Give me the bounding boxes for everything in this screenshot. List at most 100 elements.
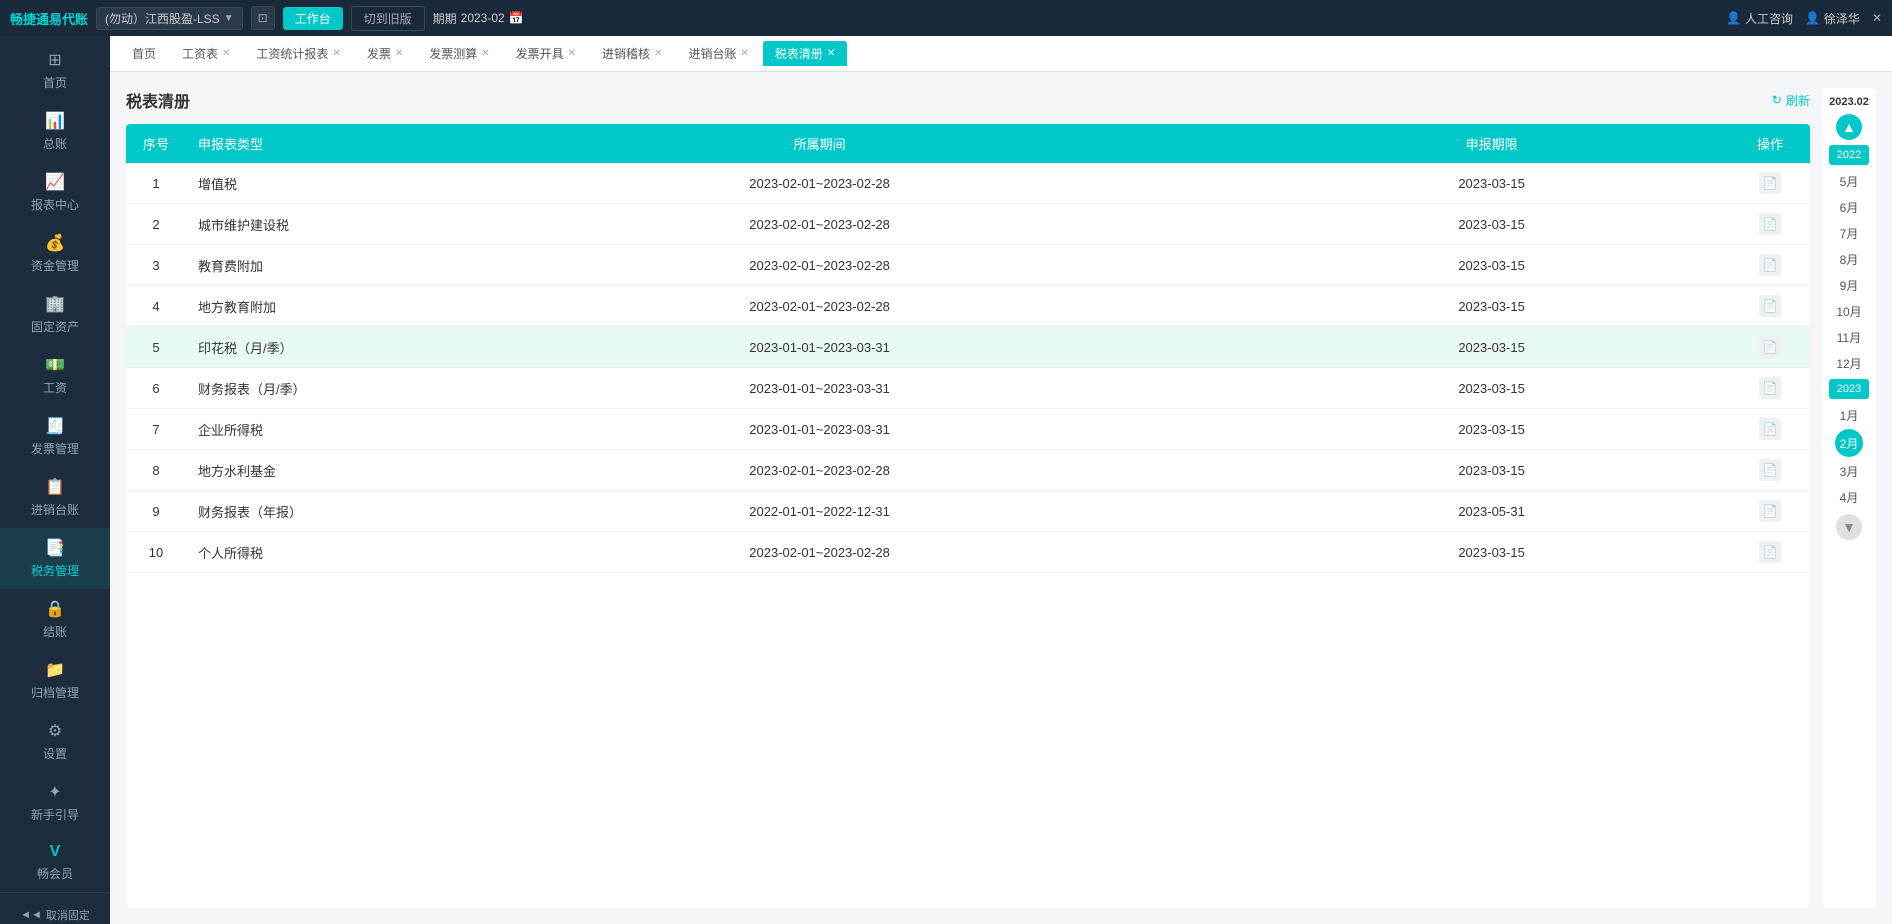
timeline-month-2022-8[interactable]: 8月 xyxy=(1827,246,1871,272)
company-selector[interactable]: (勿动）江西股盈-LSS ▼ xyxy=(96,7,243,30)
table-row: 10 个人所得税 2023-02-01~2023-02-28 2023-03-1… xyxy=(126,532,1810,573)
switch-old-button[interactable]: 切到旧版 xyxy=(351,6,425,31)
timeline-month-2022-12[interactable]: 12月 xyxy=(1827,350,1871,376)
action-view-icon[interactable]: 📄 xyxy=(1759,541,1781,563)
sidebar-item-general-ledger[interactable]: 📊 总账 xyxy=(0,101,110,162)
close-window-icon[interactable]: ✕ xyxy=(1872,11,1882,25)
cell-action: 📄 xyxy=(1730,163,1810,204)
action-view-icon[interactable]: 📄 xyxy=(1759,254,1781,276)
timeline-up-button[interactable]: ▲ xyxy=(1836,114,1862,140)
timeline-month-2023-1[interactable]: 1月 xyxy=(1827,402,1871,428)
timeline-month-2022-11[interactable]: 11月 xyxy=(1827,324,1871,350)
tab-salary-table[interactable]: 工资表 ✕ xyxy=(170,41,242,66)
tab-close-invoice-calc[interactable]: ✕ xyxy=(481,48,489,59)
user-menu[interactable]: 👤 徐泽华 xyxy=(1805,10,1860,27)
cell-period: 2023-02-01~2023-02-28 xyxy=(386,450,1253,491)
sidebar-label-archive: 归档管理 xyxy=(31,684,79,701)
sidebar-item-closing[interactable]: 🔒 结账 xyxy=(0,589,110,650)
guide-icon: ✦ xyxy=(48,782,61,802)
tab-close-salary-stats[interactable]: ✕ xyxy=(332,48,340,59)
tab-purchase-audit[interactable]: 进销稽核 ✕ xyxy=(590,41,674,66)
table-row: 4 地方教育附加 2023-02-01~2023-02-28 2023-03-1… xyxy=(126,286,1810,327)
cell-deadline: 2023-03-15 xyxy=(1253,204,1730,245)
cell-no: 4 xyxy=(126,286,186,327)
sidebar-item-salary[interactable]: 💵 工资 xyxy=(0,345,110,406)
tab-invoice-calc[interactable]: 发票测算 ✕ xyxy=(417,41,501,66)
action-view-icon[interactable]: 📄 xyxy=(1759,500,1781,522)
cell-type: 地方水利基金 xyxy=(186,450,386,491)
tab-purchase-ledger[interactable]: 进销台账 ✕ xyxy=(676,41,760,66)
settings-icon: ⚙ xyxy=(48,721,62,741)
action-view-icon[interactable]: 📄 xyxy=(1759,213,1781,235)
timeline-collapse-button[interactable]: ▼ xyxy=(1836,514,1862,540)
timeline-month-2022-5[interactable]: 5月 xyxy=(1827,168,1871,194)
cell-period: 2023-01-01~2023-03-31 xyxy=(386,409,1253,450)
sidebar-item-invoice-management[interactable]: 🧾 发票管理 xyxy=(0,406,110,467)
action-view-icon[interactable]: 📄 xyxy=(1759,336,1781,358)
year-label-2023: 2023 xyxy=(1829,379,1869,399)
sidebar-item-report-center[interactable]: 📈 报表中心 xyxy=(0,162,110,223)
tab-invoice[interactable]: 发票 ✕ xyxy=(355,41,415,66)
timeline-month-2022-7[interactable]: 7月 xyxy=(1827,220,1871,246)
user-avatar-icon: 👤 xyxy=(1805,11,1820,25)
cell-no: 7 xyxy=(126,409,186,450)
vip-icon: V xyxy=(50,843,61,861)
timeline-month-2023-2[interactable]: 2月 xyxy=(1835,429,1863,457)
cell-deadline: 2023-03-15 xyxy=(1253,327,1730,368)
sidebar-item-archive[interactable]: 📁 归档管理 xyxy=(0,650,110,711)
tab-home[interactable]: 首页 xyxy=(120,41,168,66)
tab-close-salary-table[interactable]: ✕ xyxy=(222,48,230,59)
timeline-month-2023-4[interactable]: 4月 xyxy=(1827,484,1871,510)
cell-action: 📄 xyxy=(1730,532,1810,573)
table-row: 8 地方水利基金 2023-02-01~2023-02-28 2023-03-1… xyxy=(126,450,1810,491)
page-content: 税表清册 ↻ 刷新 序号 申报表类型 所属期间 申报期限 xyxy=(110,72,1892,924)
tab-salary-stats[interactable]: 工资统计报表 ✕ xyxy=(244,41,352,66)
action-view-icon[interactable]: 📄 xyxy=(1759,418,1781,440)
tax-table: 序号 申报表类型 所属期间 申报期限 操作 1 增值税 2023-02-01~2… xyxy=(126,124,1810,573)
tab-close-invoice[interactable]: ✕ xyxy=(395,48,403,59)
copy-icon[interactable]: ⊡ xyxy=(251,6,275,30)
tab-tax-register[interactable]: 税表清册 ✕ xyxy=(763,41,847,66)
unpin-button[interactable]: ◄◄ 取消固定 xyxy=(0,901,110,924)
sidebar-item-home[interactable]: ⊞ 首页 xyxy=(0,40,110,101)
cell-no: 10 xyxy=(126,532,186,573)
action-view-icon[interactable]: 📄 xyxy=(1759,295,1781,317)
timeline-month-2022-10[interactable]: 10月 xyxy=(1827,298,1871,324)
calendar-icon[interactable]: 📅 xyxy=(509,11,524,25)
sidebar-item-fund-management[interactable]: 💰 资金管理 xyxy=(0,223,110,284)
cell-period: 2023-01-01~2023-03-31 xyxy=(386,368,1253,409)
username: 徐泽华 xyxy=(1824,10,1860,27)
cell-action: 📄 xyxy=(1730,245,1810,286)
sidebar-item-vip[interactable]: V 畅会员 xyxy=(0,833,110,892)
timeline-month-2023-3[interactable]: 3月 xyxy=(1827,458,1871,484)
action-view-icon[interactable]: 📄 xyxy=(1759,172,1781,194)
timeline-month-2022-9[interactable]: 9月 xyxy=(1827,272,1871,298)
tax-table-container: 序号 申报表类型 所属期间 申报期限 操作 1 增值税 2023-02-01~2… xyxy=(126,124,1810,908)
ai-consult[interactable]: 👤 人工咨询 xyxy=(1726,10,1793,27)
sidebar-item-settings[interactable]: ⚙ 设置 xyxy=(0,711,110,772)
assets-icon: 🏢 xyxy=(45,294,65,314)
col-deadline: 申报期限 xyxy=(1253,124,1730,163)
year-label-2022: 2022 xyxy=(1829,145,1869,165)
cell-period: 2022-01-01~2022-12-31 xyxy=(386,491,1253,532)
sidebar-label-vip: 畅会员 xyxy=(37,865,73,882)
salary-icon: 💵 xyxy=(45,355,65,375)
workspace-button[interactable]: 工作台 xyxy=(283,7,343,30)
tab-close-tax-register[interactable]: ✕ xyxy=(827,48,835,59)
refresh-button[interactable]: ↻ 刷新 xyxy=(1772,92,1810,109)
timeline-month-2022-6[interactable]: 6月 xyxy=(1827,194,1871,220)
sidebar-item-fixed-assets[interactable]: 🏢 固定资产 xyxy=(0,284,110,345)
topbar: 畅捷通易代账 (勿动）江西股盈-LSS ▼ ⊡ 工作台 切到旧版 期期 2023… xyxy=(0,0,1892,36)
cell-action: 📄 xyxy=(1730,286,1810,327)
action-view-icon[interactable]: 📄 xyxy=(1759,377,1781,399)
tab-close-purchase-ledger[interactable]: ✕ xyxy=(740,48,748,59)
sidebar-item-tax-management[interactable]: 📑 税务管理 xyxy=(0,528,110,589)
cell-type: 教育费附加 xyxy=(186,245,386,286)
action-view-icon[interactable]: 📄 xyxy=(1759,459,1781,481)
tab-invoice-open[interactable]: 发票开具 ✕ xyxy=(504,41,588,66)
tab-close-purchase-audit[interactable]: ✕ xyxy=(654,48,662,59)
sidebar-item-guide[interactable]: ✦ 新手引导 xyxy=(0,772,110,833)
tab-close-invoice-open[interactable]: ✕ xyxy=(568,48,576,59)
sidebar-item-purchase-sales[interactable]: 📋 进销台账 xyxy=(0,467,110,528)
cell-action: 📄 xyxy=(1730,327,1810,368)
